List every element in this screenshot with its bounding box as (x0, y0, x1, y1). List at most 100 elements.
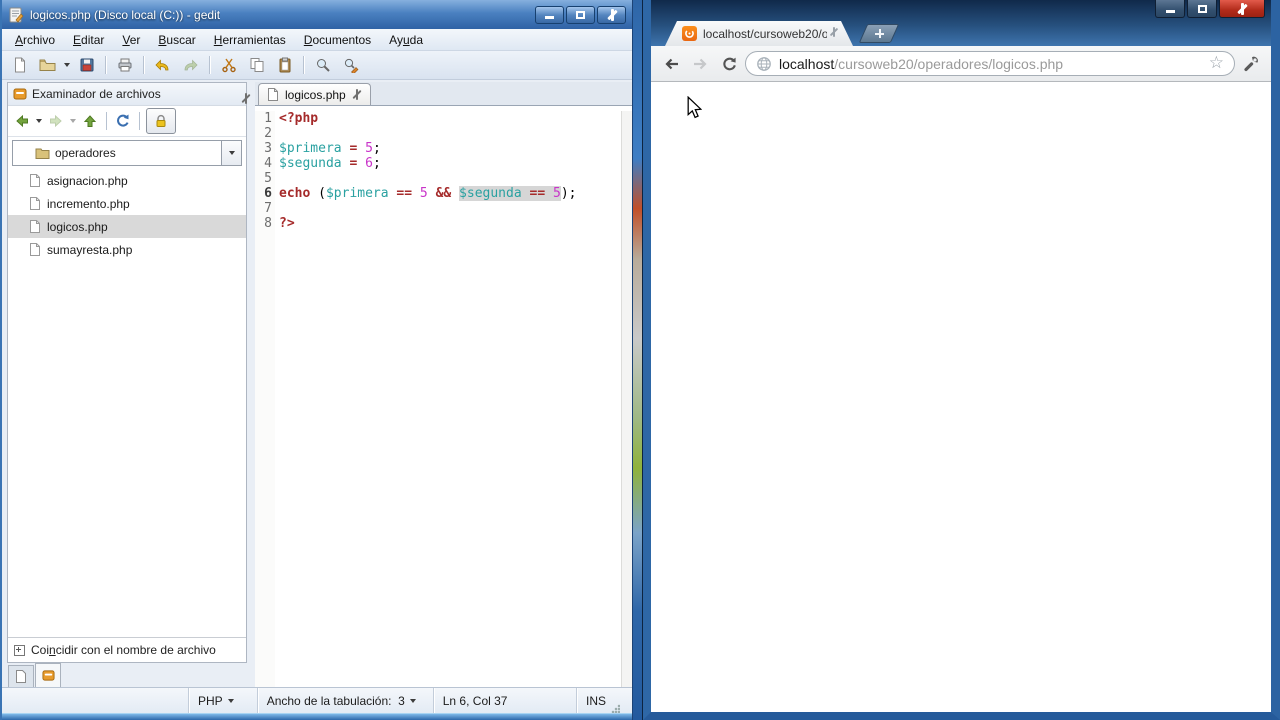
code-line[interactable]: $primera = 5; (279, 141, 621, 156)
close-button[interactable] (597, 5, 626, 24)
open-dropdown-button[interactable] (62, 54, 72, 76)
file-name: asignacion.php (47, 173, 128, 188)
gedit-titlebar[interactable]: logicos.php (Disco local (C:)) - gedit (2, 0, 632, 29)
forward-button[interactable] (687, 51, 713, 77)
language-selector[interactable]: PHP (188, 688, 257, 713)
copy-button[interactable] (243, 53, 270, 77)
open-button[interactable] (34, 53, 61, 77)
menu-item[interactable]: Herramientas (205, 31, 295, 49)
minimize-button[interactable] (1155, 0, 1185, 18)
expander-icon[interactable] (14, 644, 25, 656)
cut-button[interactable] (215, 53, 242, 77)
tab-width-selector[interactable]: Ancho de la tabulación: 3 (256, 688, 433, 713)
code-line[interactable]: echo ($primera == 5 && $segunda == 5); (279, 186, 621, 201)
forward-dropdown-button[interactable] (68, 110, 78, 132)
file-row[interactable]: asignacion.php (8, 169, 246, 192)
code-line[interactable]: ?> (279, 216, 621, 231)
chevron-down-icon (227, 698, 234, 703)
folder-dropdown-button[interactable] (221, 141, 241, 165)
bookmark-star-icon[interactable]: ☆ (1209, 55, 1224, 72)
menu-item[interactable]: Documentos (295, 31, 380, 49)
forward-button[interactable] (46, 110, 66, 132)
match-filename-row[interactable]: Coincidir con el nombre de archivo (8, 637, 246, 662)
overwrite-mode: INS (576, 688, 632, 713)
editor-tabbar: logicos.php (255, 82, 632, 106)
gedit-statusbar: PHP Ancho de la tabulación: 3 Ln 6, Col … (2, 687, 632, 713)
file-browser-panel-tab[interactable] (35, 663, 61, 687)
resize-grip[interactable] (611, 704, 621, 713)
toolbar-separator (303, 56, 304, 74)
code-line[interactable] (279, 126, 621, 141)
reload-icon (722, 57, 736, 70)
file-row[interactable]: logicos.php (8, 215, 246, 238)
menu-item[interactable]: Ver (113, 31, 149, 49)
gedit-bottom-border (2, 713, 632, 720)
code-line[interactable]: <?php (279, 111, 621, 126)
line-number: 7 (264, 201, 272, 216)
browser-page[interactable] (651, 82, 1271, 712)
file-browser-title: Examinador de archivos (32, 87, 161, 101)
maximize-icon (576, 10, 585, 19)
code-line[interactable]: $segunda = 6; (279, 156, 621, 171)
plus-icon (875, 29, 884, 38)
browser-tab[interactable]: localhost/cursoweb20/oper (665, 21, 853, 46)
follow-document-toggle[interactable] (146, 108, 176, 134)
save-button[interactable] (73, 53, 100, 77)
folder-combobox[interactable]: operadores (12, 140, 242, 166)
language-label: PHP (198, 693, 223, 708)
editor-scrollbar[interactable] (621, 111, 632, 687)
toolbar-separator (105, 56, 106, 74)
window-title: logicos.php (Disco local (C:)) - gedit (30, 7, 221, 22)
file-row[interactable]: incremento.php (8, 192, 246, 215)
new-tab-button[interactable] (858, 24, 900, 43)
documents-panel-tab[interactable] (8, 665, 34, 687)
editor-area: logicos.php 12345678 <?php $primera = 5; $… (255, 82, 632, 687)
wrench-icon (1243, 56, 1258, 72)
chrome-frame[interactable]: localhost/cursoweb20/oper (651, 0, 1271, 46)
file-row[interactable]: sumayresta.php (8, 238, 246, 261)
code-line[interactable] (279, 171, 621, 186)
code-lines[interactable]: <?php $primera = 5; $segunda = 6; echo ($pr… (275, 111, 621, 687)
file-list: asignacion.php incremento.php logicos.php s… (8, 169, 246, 637)
new-document-button[interactable] (6, 53, 33, 77)
close-icon (607, 8, 617, 21)
address-bar[interactable]: localhost/cursoweb20/operadores/logicos.… (745, 51, 1235, 76)
back-button[interactable] (12, 110, 32, 132)
menu-item[interactable]: Ayuda (380, 31, 432, 49)
close-button[interactable] (1219, 0, 1265, 18)
paste-button[interactable] (271, 53, 298, 77)
file-icon (29, 174, 41, 187)
code-line[interactable] (279, 201, 621, 216)
undo-button[interactable] (149, 53, 176, 77)
print-button[interactable] (111, 53, 138, 77)
wrench-menu-button[interactable] (1238, 51, 1264, 77)
lock-icon (156, 114, 166, 127)
refresh-button[interactable] (113, 110, 133, 132)
back-button[interactable] (658, 51, 684, 77)
toolbar-separator (143, 56, 144, 74)
document-icon (268, 88, 278, 101)
editor-tab[interactable]: logicos.php (258, 83, 371, 105)
back-arrow-icon (664, 58, 678, 69)
menu-item[interactable]: Buscar (149, 31, 204, 49)
file-name: sumayresta.php (47, 242, 133, 257)
maximize-button[interactable] (1187, 0, 1217, 18)
tab-close-icon[interactable] (829, 28, 839, 38)
tab-close-icon[interactable] (352, 88, 362, 100)
back-dropdown-button[interactable] (34, 110, 44, 132)
up-button[interactable] (80, 110, 100, 132)
menu-item[interactable]: Editar (64, 31, 113, 49)
reload-button[interactable] (716, 51, 742, 77)
search-button[interactable] (309, 53, 336, 77)
redo-button[interactable] (177, 53, 204, 77)
minimize-icon (545, 16, 554, 19)
line-number: 3 (264, 141, 272, 156)
search-replace-button[interactable] (337, 53, 364, 77)
panel-resize-handle[interactable] (247, 80, 255, 687)
code-area[interactable]: 12345678 <?php $primera = 5; $segunda = 6;… (255, 106, 632, 687)
menu-item[interactable]: Archivo (6, 31, 64, 49)
minimize-button[interactable] (535, 5, 564, 24)
maximize-button[interactable] (566, 5, 595, 24)
file-icon (29, 197, 41, 210)
url-text[interactable]: localhost/cursoweb20/operadores/logicos.… (779, 56, 1202, 72)
